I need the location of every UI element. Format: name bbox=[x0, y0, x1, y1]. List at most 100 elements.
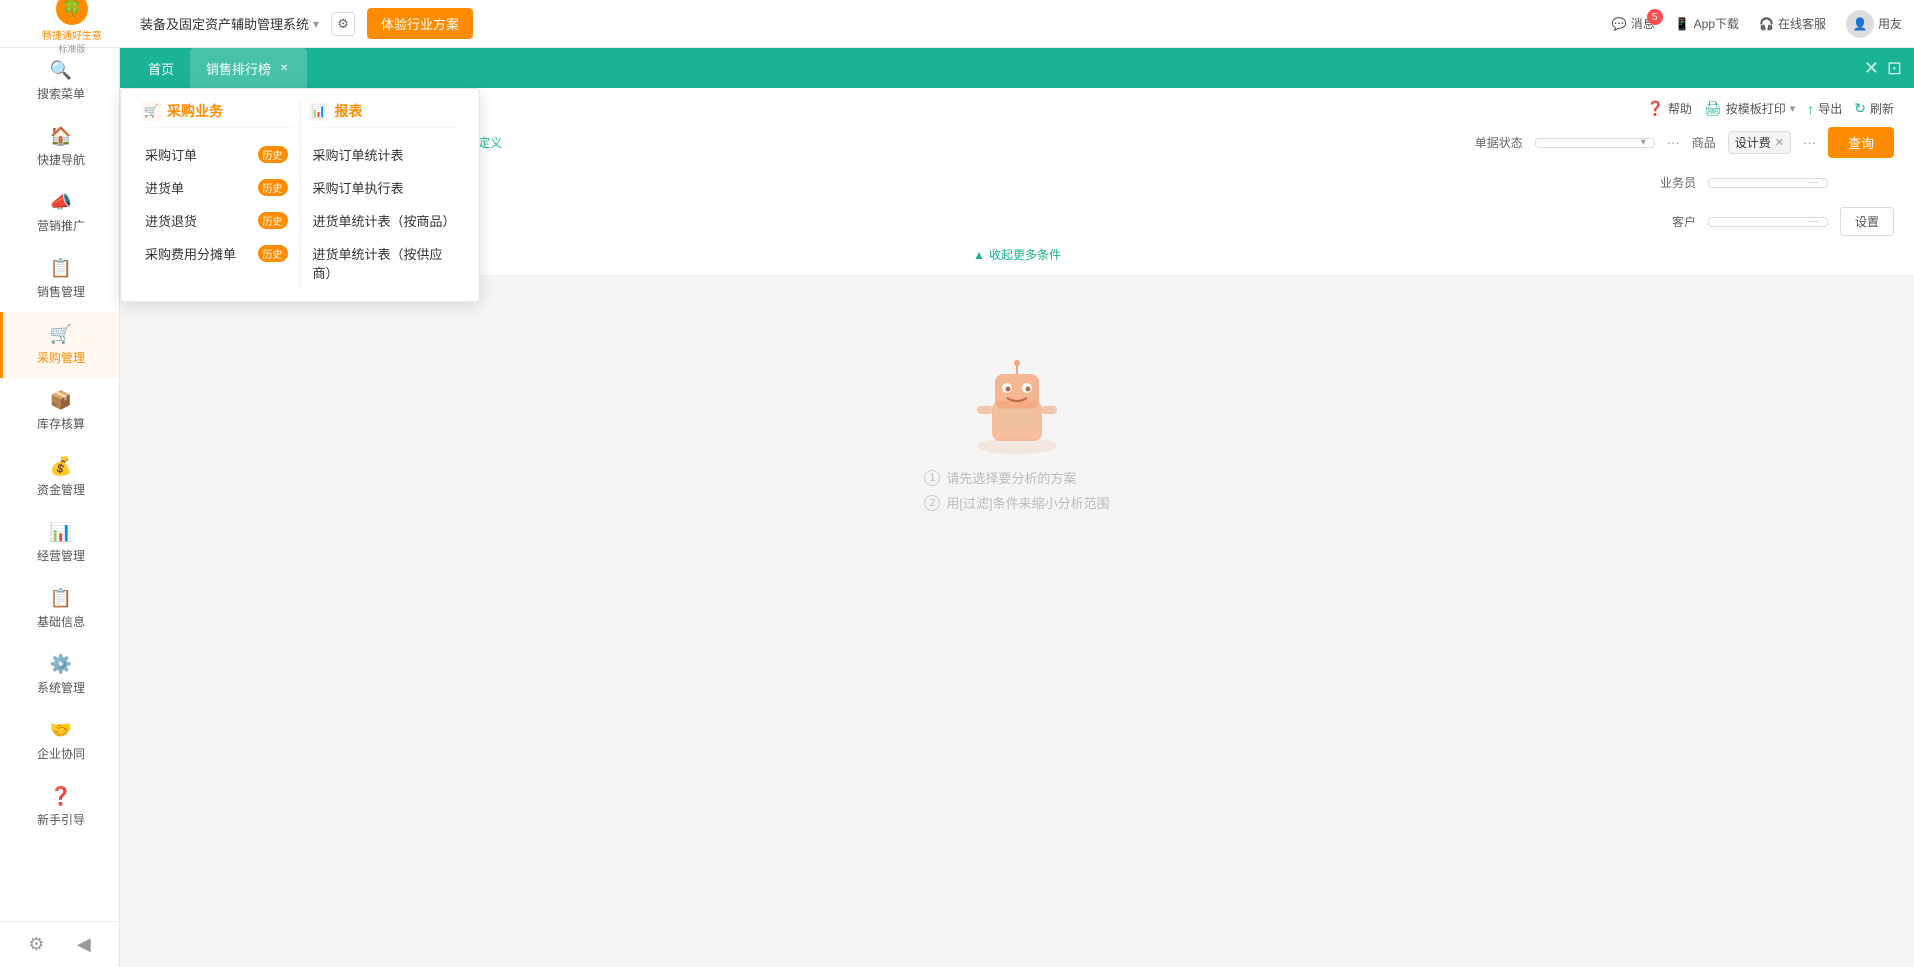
tab-restore-btn[interactable]: ✕ bbox=[1864, 58, 1879, 79]
main-layout: 🔍 搜索菜单 🏠 快捷导航 📣 营销推广 📋 销售管理 🛒 采购管理 📦 库存核… bbox=[0, 48, 1914, 967]
goods-tag-close[interactable]: ✕ bbox=[1775, 136, 1784, 149]
sidebar-label-guide: 新手引导 bbox=[37, 811, 85, 828]
sidebar-label-inventory: 库存核算 bbox=[37, 415, 85, 432]
sidebar-label-sales: 销售管理 bbox=[37, 283, 85, 300]
goods-ellipsis[interactable]: ··· bbox=[1803, 135, 1816, 150]
sidebar-item-quick-nav[interactable]: 🏠 快捷导航 bbox=[0, 114, 119, 180]
export-btn[interactable]: ↑ 导出 bbox=[1807, 100, 1842, 117]
tab-bar: 首页 销售排行榜 ✕ ✕ ⊡ bbox=[120, 48, 1914, 88]
messages-btn[interactable]: 💬 消息 5 bbox=[1612, 15, 1655, 32]
industry-btn[interactable]: 体验行业方案 bbox=[367, 8, 473, 39]
system-icon: ⚙️ bbox=[50, 654, 72, 675]
customer-select[interactable]: ··· bbox=[1708, 217, 1828, 227]
sidebar-item-basic-info[interactable]: 📋 基础信息 bbox=[0, 576, 119, 642]
system-title: 装备及固定资产辅助管理系统 ▾ bbox=[140, 14, 323, 33]
settings-btn[interactable]: 设置 bbox=[1840, 207, 1894, 236]
sidebar-item-marketing[interactable]: 📣 营销推广 bbox=[0, 180, 119, 246]
purchase-section-icon: 🛒 bbox=[141, 101, 161, 121]
sidebar-label-purchase: 采购管理 bbox=[37, 349, 85, 366]
online-service-btn[interactable]: 🎧 在线客服 bbox=[1759, 15, 1826, 32]
sidebar-item-search[interactable]: 🔍 搜索菜单 bbox=[0, 48, 119, 114]
sidebar-label-finance: 资金管理 bbox=[37, 481, 85, 498]
history-badge-4: 历史 bbox=[258, 245, 288, 262]
dropdown-item-receipt-by-goods[interactable]: 进货单统计表（按商品） bbox=[309, 204, 460, 237]
sidebar-label-enterprise: 企业协同 bbox=[37, 745, 85, 762]
top-bar: 🍀 畅捷通好生意 标准版 装备及固定资产辅助管理系统 ▾ ⚙ 体验行业方案 💬 … bbox=[0, 0, 1914, 48]
history-badge-3: 历史 bbox=[258, 212, 288, 229]
tab-right-actions: ✕ ⊡ bbox=[1864, 58, 1902, 79]
refresh-btn[interactable]: ↻ 刷新 bbox=[1854, 100, 1894, 117]
content-area: 首页 销售排行榜 ✕ ✕ ⊡ ❓ 帮助 bbox=[120, 48, 1914, 967]
guide-icon: ❓ bbox=[50, 786, 72, 807]
tab-close-btn[interactable]: ✕ bbox=[277, 61, 291, 75]
sidebar-item-enterprise[interactable]: 🤝 企业协同 bbox=[0, 708, 119, 774]
print-dropdown-icon[interactable]: ▾ bbox=[1790, 102, 1796, 115]
sidebar-item-inventory[interactable]: 📦 库存核算 bbox=[0, 378, 119, 444]
bottom-collapse-icon[interactable]: ◀ bbox=[77, 934, 91, 955]
finance-icon: 💰 bbox=[50, 456, 72, 477]
sales-icon: 📋 bbox=[50, 258, 72, 279]
collapse-up-icon: ▲ bbox=[973, 248, 985, 262]
print-btn[interactable]: 🖨 按模板打印 ▾ bbox=[1704, 100, 1795, 117]
logo-text: 畅捷通好生意 bbox=[42, 27, 102, 42]
tab-sales-rank[interactable]: 销售排行榜 ✕ bbox=[190, 48, 307, 88]
logo-area: 🍀 畅捷通好生意 标准版 bbox=[12, 0, 132, 55]
purchase-icon: 🛒 bbox=[50, 324, 72, 345]
tab-home[interactable]: 首页 bbox=[132, 48, 190, 88]
system-settings-icon[interactable]: ⚙ bbox=[331, 12, 355, 36]
sidebar-label-operations: 经营管理 bbox=[37, 547, 85, 564]
sidebar-item-guide[interactable]: ❓ 新手引导 bbox=[0, 774, 119, 840]
dropdown-item-order-exec[interactable]: 采购订单执行表 bbox=[309, 171, 460, 204]
empty-tips: 1 请先选择要分析的方案 2 用[过滤]条件来缩小分析范围 bbox=[924, 468, 1109, 518]
marketing-icon: 📣 bbox=[50, 192, 72, 213]
operations-icon: 📊 bbox=[50, 522, 72, 543]
logo-badge: 标准版 bbox=[58, 42, 85, 55]
voucher-status-ellipsis[interactable]: ··· bbox=[1667, 135, 1680, 150]
sidebar-label-system: 系统管理 bbox=[37, 679, 85, 696]
empty-tip-2: 2 用[过滤]条件来缩小分析范围 bbox=[924, 493, 1109, 512]
empty-tip-1: 1 请先选择要分析的方案 bbox=[924, 468, 1109, 487]
top-right-actions: 💬 消息 5 📱 App下载 🎧 在线客服 👤 用友 bbox=[1612, 10, 1902, 38]
bottom-settings-icon[interactable]: ⚙ bbox=[28, 934, 44, 955]
logo-icon: 🍀 bbox=[56, 0, 88, 25]
history-badge-1: 历史 bbox=[258, 146, 288, 163]
dropdown-item-purchase-order[interactable]: 采购订单 历史 bbox=[141, 138, 292, 171]
sidebar-item-purchase[interactable]: 🛒 采购管理 bbox=[0, 312, 119, 378]
sidebar-item-sales[interactable]: 📋 销售管理 bbox=[0, 246, 119, 312]
dropdown-item-receipt-by-supplier[interactable]: 进货单统计表（按供应商） bbox=[309, 237, 460, 289]
app-download-btn[interactable]: 📱 App下载 bbox=[1675, 15, 1739, 32]
sidebar-item-system[interactable]: ⚙️ 系统管理 bbox=[0, 642, 119, 708]
sidebar: 🔍 搜索菜单 🏠 快捷导航 📣 营销推广 📋 销售管理 🛒 采购管理 📦 库存核… bbox=[0, 48, 120, 967]
dropdown-item-purchase-return[interactable]: 进货退货 历史 bbox=[141, 204, 292, 237]
tab-maximize-btn[interactable]: ⊡ bbox=[1887, 58, 1902, 79]
sidebar-label-basic-info: 基础信息 bbox=[37, 613, 85, 630]
staff-label: 业务员 bbox=[1660, 174, 1696, 191]
dropdown-item-purchase-receipt[interactable]: 进货单 历史 bbox=[141, 171, 292, 204]
empty-illustration bbox=[957, 356, 1077, 456]
staff-select[interactable]: ··· bbox=[1708, 178, 1828, 188]
query-btn[interactable]: 查询 bbox=[1828, 127, 1894, 158]
voucher-status-select[interactable]: ▾ bbox=[1535, 138, 1655, 148]
system-dropdown-icon[interactable]: ▾ bbox=[313, 17, 319, 31]
dropdown-item-purchase-expense[interactable]: 采购费用分摊单 历史 bbox=[141, 237, 292, 270]
search-icon: 🔍 bbox=[50, 60, 72, 81]
sidebar-item-operations[interactable]: 📊 经营管理 bbox=[0, 510, 119, 576]
sidebar-label-quick-nav: 快捷导航 bbox=[37, 151, 85, 168]
empty-state: 1 请先选择要分析的方案 2 用[过滤]条件来缩小分析范围 bbox=[120, 276, 1914, 598]
dropdown-col-purchase: 🛒 采购业务 采购订单 历史 进货单 历史 进货退货 历史 bbox=[133, 101, 300, 289]
refresh-icon: ↻ bbox=[1854, 100, 1866, 117]
voucher-status-chevron: ▾ bbox=[1641, 137, 1646, 148]
export-icon: ↑ bbox=[1807, 101, 1814, 117]
history-badge-2: 历史 bbox=[258, 179, 288, 196]
voucher-status-label: 单据状态 bbox=[1475, 134, 1523, 151]
staff-chevron: ··· bbox=[1809, 177, 1819, 188]
user-avatar: 👤 bbox=[1846, 10, 1874, 38]
user-menu[interactable]: 👤 用友 bbox=[1846, 10, 1902, 38]
help-btn[interactable]: ❓ 帮助 bbox=[1646, 100, 1691, 117]
tab-home-label: 首页 bbox=[148, 59, 174, 78]
phone-icon: 📱 bbox=[1675, 17, 1690, 31]
dropdown-item-order-stats[interactable]: 采购订单统计表 bbox=[309, 138, 460, 171]
messages-badge: 5 bbox=[1647, 9, 1663, 25]
customer-chevron: ··· bbox=[1809, 216, 1819, 227]
sidebar-item-finance[interactable]: 💰 资金管理 bbox=[0, 444, 119, 510]
